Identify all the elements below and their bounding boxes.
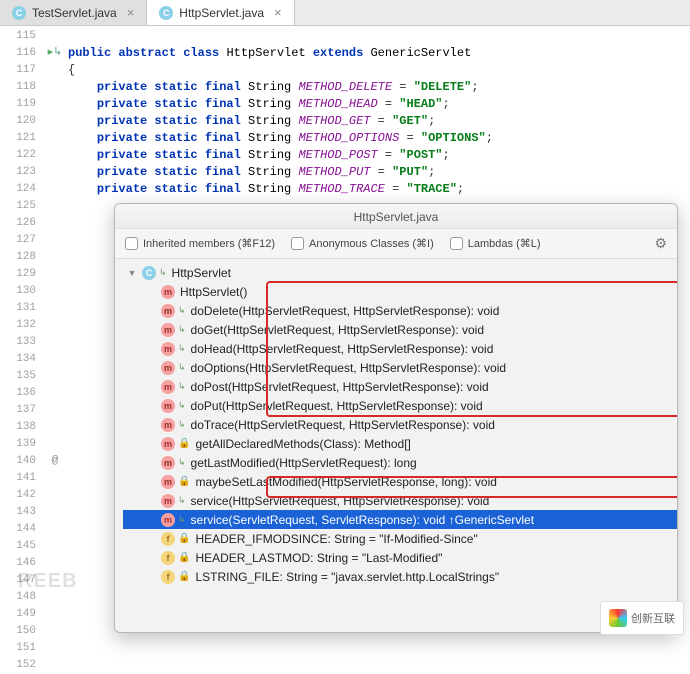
watermark-text: 创新互联 [631, 610, 675, 626]
method-icon: m [161, 437, 175, 451]
tree-item[interactable]: f🔒 HEADER_IFMODSINCE: String = "If-Modifi… [123, 529, 677, 548]
tree-item[interactable]: m↳ doPut(HttpServletRequest, HttpServletR… [123, 396, 677, 415]
class-icon: C [12, 6, 26, 20]
tree-root[interactable]: ▼C↳HttpServlet [123, 263, 677, 282]
checkbox-icon[interactable] [450, 237, 463, 250]
item-label: maybeSetLastModified(HttpServletResponse… [195, 475, 497, 489]
tree-item[interactable]: m↳ service(HttpServletRequest, HttpServle… [123, 491, 677, 510]
item-label: getAllDeclaredMethods(Class): Method[] [195, 437, 410, 451]
method-icon: m [161, 342, 175, 356]
lock-icon: 🔒 [178, 476, 190, 487]
override-icon: ↳ [178, 457, 186, 468]
tree-item[interactable]: m🔒 maybeSetLastModified(HttpServletRespon… [123, 472, 677, 491]
tab-httpservlet[interactable]: C HttpServlet.java × [147, 0, 294, 25]
method-icon: m [161, 456, 175, 470]
item-label: doPut(HttpServletRequest, HttpServletRes… [191, 399, 483, 413]
logo-icon [609, 609, 627, 627]
gear-icon[interactable]: ⚙ [654, 235, 667, 252]
class-icon: C [159, 6, 173, 20]
item-label: service(HttpServletRequest, HttpServletR… [191, 494, 490, 508]
tree-item[interactable]: m↳ doDelete(HttpServletRequest, HttpServl… [123, 301, 677, 320]
tree-item[interactable]: m↳ getLastModified(HttpServletRequest): l… [123, 453, 677, 472]
override-icon: ↳ [178, 419, 186, 430]
anonymous-toggle[interactable]: Anonymous Classes (⌘I) [291, 237, 434, 250]
tree-item[interactable]: m↳ doTrace(HttpServletRequest, HttpServle… [123, 415, 677, 434]
method-icon: m [161, 475, 175, 489]
field-icon: f [161, 570, 175, 584]
checkbox-icon[interactable] [125, 237, 138, 250]
method-icon: m [161, 285, 175, 299]
override-icon: ↳ [178, 495, 186, 506]
item-label: HttpServlet() [180, 285, 247, 299]
class-icon: C [142, 266, 156, 280]
item-label: doPost(HttpServletRequest, HttpServletRe… [191, 380, 489, 394]
item-label: HEADER_IFMODSINCE: String = "If-Modified… [195, 532, 477, 546]
item-label: doDelete(HttpServletRequest, HttpServlet… [191, 304, 500, 318]
method-icon: m [161, 494, 175, 508]
tab-label: TestServlet.java [32, 6, 117, 20]
method-icon: m [161, 304, 175, 318]
tree-item[interactable]: m↳ doHead(HttpServletRequest, HttpServlet… [123, 339, 677, 358]
tree-item[interactable]: m🔒 getAllDeclaredMethods(Class): Method[] [123, 434, 677, 453]
method-icon: m [161, 399, 175, 413]
item-label: getLastModified(HttpServletRequest): lon… [191, 456, 417, 470]
close-icon[interactable]: × [127, 5, 135, 20]
override-icon: ↳ [178, 343, 186, 354]
lock-icon: 🔒 [178, 571, 190, 582]
lock-icon: 🔒 [178, 438, 190, 449]
override-icon: ↳ [178, 362, 186, 373]
implements-icon[interactable]: ↳ [53, 47, 62, 59]
override-icon: ↳ [178, 514, 186, 525]
lambdas-toggle[interactable]: Lambdas (⌘L) [450, 237, 541, 250]
tree-item[interactable]: m↳ doGet(HttpServletRequest, HttpServletR… [123, 320, 677, 339]
method-icon: m [161, 323, 175, 337]
popup-title: HttpServlet.java [115, 204, 677, 229]
override-icon: ↳ [178, 381, 186, 392]
tab-testservlet[interactable]: C TestServlet.java × [0, 0, 147, 25]
popup-toolbar: Inherited members (⌘F12) Anonymous Class… [115, 229, 677, 259]
line-number-gutter: 1151161171181191201211221231241251261271… [0, 26, 42, 641]
item-label: doTrace(HttpServletRequest, HttpServletR… [191, 418, 495, 432]
tree-item[interactable]: m HttpServlet() [123, 282, 677, 301]
implements-icon: ↳ [159, 267, 167, 278]
tab-label: HttpServlet.java [179, 6, 264, 20]
method-icon: m [161, 361, 175, 375]
lock-icon: 🔒 [178, 533, 190, 544]
tree-item[interactable]: m↳ service(ServletRequest, ServletRespons… [123, 510, 677, 529]
item-label: doHead(HttpServletRequest, HttpServletRe… [191, 342, 494, 356]
field-icon: f [161, 532, 175, 546]
close-icon[interactable]: × [274, 5, 282, 20]
override-icon: ↳ [178, 400, 186, 411]
structure-tree[interactable]: ▼C↳HttpServletmHttpServlet()m↳doDelete(H… [115, 259, 677, 631]
checkbox-icon[interactable] [291, 237, 304, 250]
method-icon: m [161, 418, 175, 432]
tree-item[interactable]: f🔒 LSTRING_FILE: String = "javax.servlet.… [123, 567, 677, 586]
tree-item[interactable]: f🔒 HEADER_LASTMOD: String = "Last-Modifie… [123, 548, 677, 567]
tree-item[interactable]: m↳ doOptions(HttpServletRequest, HttpServ… [123, 358, 677, 377]
editor-tabs: C TestServlet.java × C HttpServlet.java … [0, 0, 690, 26]
tree-item[interactable]: m↳ doPost(HttpServletRequest, HttpServlet… [123, 377, 677, 396]
item-label: doOptions(HttpServletRequest, HttpServle… [191, 361, 507, 375]
item-label: service(ServletRequest, ServletResponse)… [191, 513, 534, 527]
override-icon: ↳ [178, 324, 186, 335]
inherited-toggle[interactable]: Inherited members (⌘F12) [125, 237, 275, 250]
item-label: LSTRING_FILE: String = "javax.servlet.ht… [195, 570, 499, 584]
item-label: HEADER_LASTMOD: String = "Last-Modified" [195, 551, 442, 565]
at-icon: @ [52, 455, 59, 467]
method-icon: m [161, 513, 175, 527]
watermark-logo: 创新互联 [600, 601, 684, 635]
lock-icon: 🔒 [178, 552, 190, 563]
method-icon: m [161, 380, 175, 394]
marker-gutter: ▸↳ @ [42, 26, 68, 641]
override-icon: ↳ [178, 305, 186, 316]
item-label: doGet(HttpServletRequest, HttpServletRes… [191, 323, 484, 337]
watermark: REEB [18, 570, 78, 593]
structure-popup: HttpServlet.java Inherited members (⌘F12… [114, 203, 678, 633]
field-icon: f [161, 551, 175, 565]
